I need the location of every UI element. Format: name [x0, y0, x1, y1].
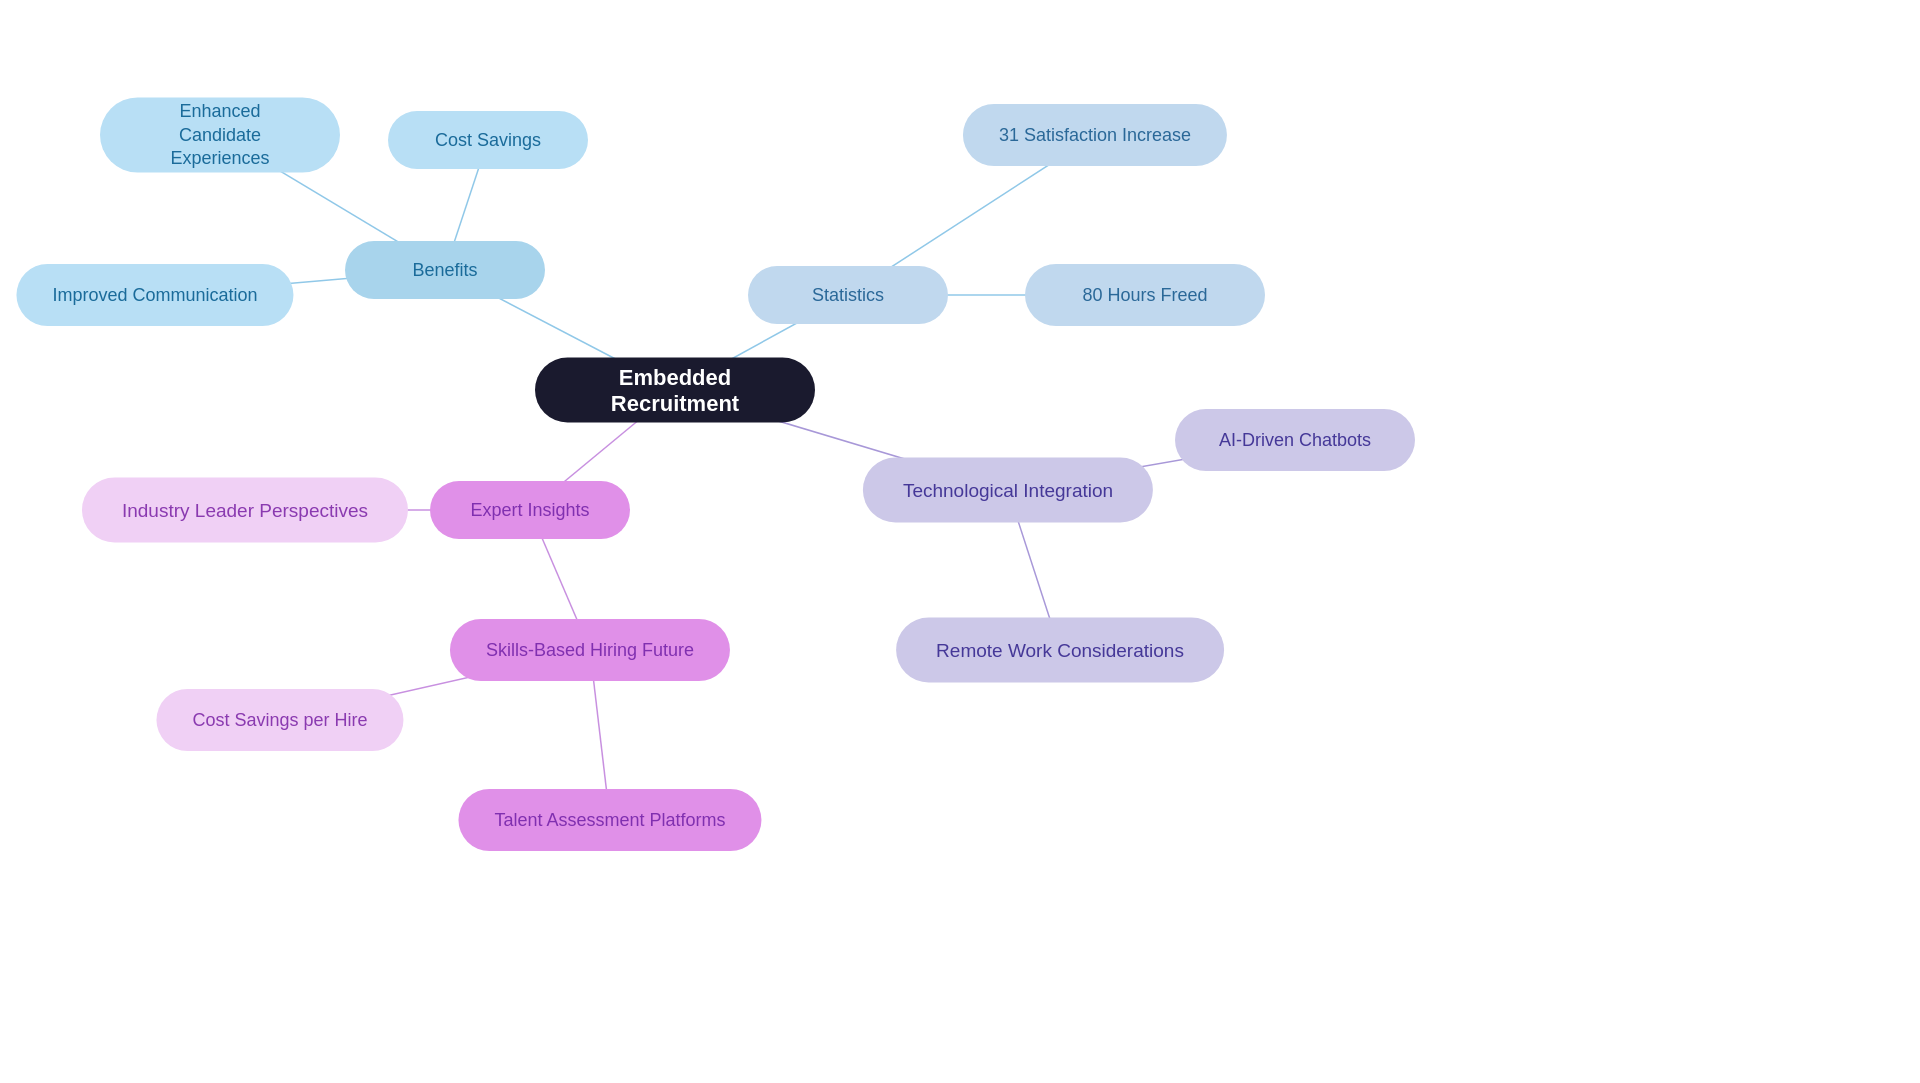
cost-savings-hire-node: Cost Savings per Hire	[156, 689, 403, 751]
improved-communication-node: Improved Communication	[16, 264, 293, 326]
industry-leader-node: Industry Leader Perspectives	[82, 478, 408, 543]
skills-based-node: Skills-Based Hiring Future	[450, 619, 730, 681]
cost-savings-node: Cost Savings	[388, 111, 588, 169]
mindmap-container: Embedded Recruitment Benefits Enhanced C…	[0, 0, 1920, 1083]
benefits-node: Benefits	[345, 241, 545, 299]
tech-integration-node: Technological Integration	[863, 458, 1153, 523]
enhanced-candidate-node: Enhanced Candidate Experiences	[100, 98, 340, 173]
talent-assessment-node: Talent Assessment Platforms	[458, 789, 761, 851]
remote-work-node: Remote Work Considerations	[896, 618, 1224, 683]
expert-insights-node: Expert Insights	[430, 481, 630, 539]
ai-chatbots-node: AI-Driven Chatbots	[1175, 409, 1415, 471]
statistics-node: Statistics	[748, 266, 948, 324]
center-node: Embedded Recruitment	[535, 358, 815, 423]
satisfaction-node: 31 Satisfaction Increase	[963, 104, 1227, 166]
hours-freed-node: 80 Hours Freed	[1025, 264, 1265, 326]
